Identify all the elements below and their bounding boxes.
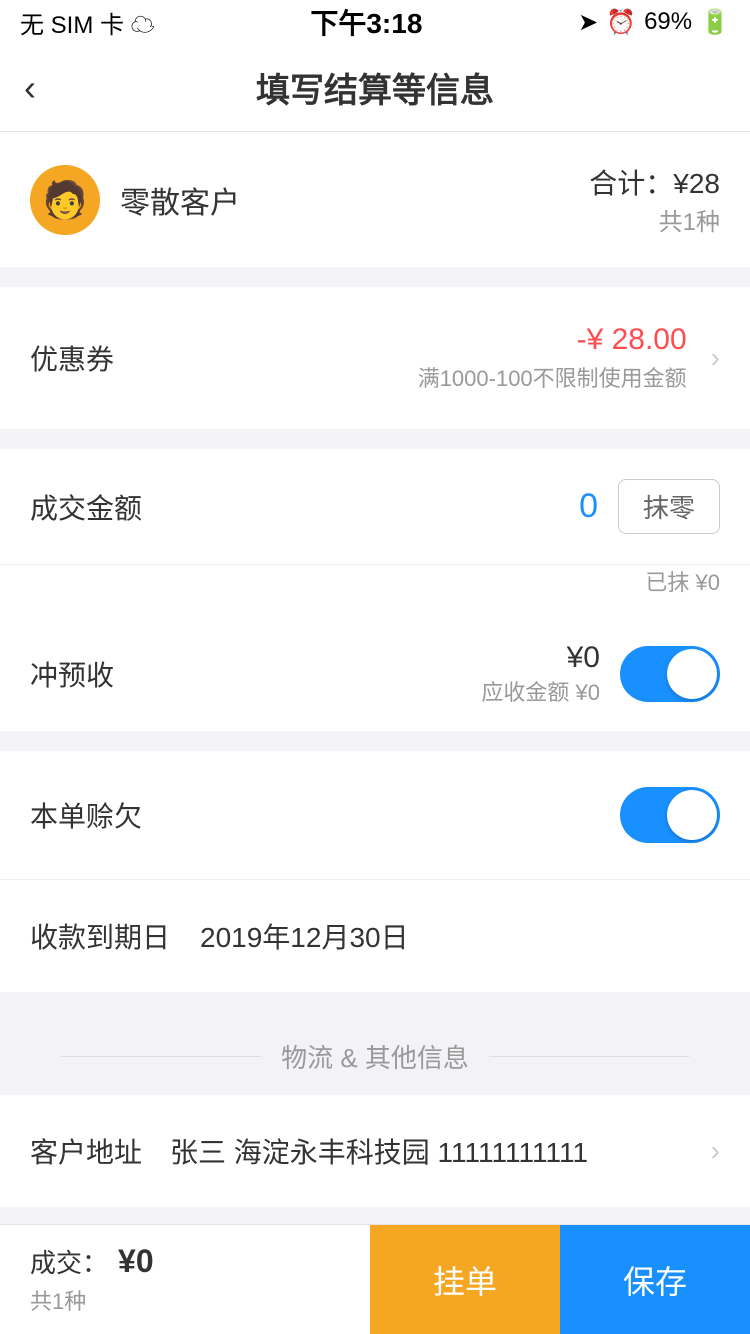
debit-section: 本单赊欠 收款到期日 2019年12月30日: [0, 751, 750, 992]
amount-sub-text: 已抹 ¥0: [645, 570, 720, 595]
debit-toggle[interactable]: [620, 787, 720, 843]
customer-name: 零散客户: [120, 178, 240, 222]
battery-label: 69%: [644, 8, 692, 36]
status-left: 无 SIM 卡 ☁: [20, 5, 155, 40]
hold-button[interactable]: 挂单: [370, 1225, 560, 1334]
amount-label: 成交金额: [30, 487, 150, 527]
bottom-count: 共1种: [30, 1284, 340, 1316]
round-button[interactable]: 抹零: [618, 479, 720, 534]
battery-icon: 🔋: [700, 8, 730, 37]
address-label: 客户地址: [30, 1131, 150, 1171]
coupon-right: -¥ 28.00 满1000-100不限制使用金额: [418, 323, 687, 393]
logistics-divider: 物流 & 其他信息: [0, 1012, 750, 1095]
coupon-row[interactable]: 优惠券 -¥ 28.00 满1000-100不限制使用金额 ›: [0, 287, 750, 429]
alarm-icon: ⏰: [606, 8, 636, 37]
status-bar: 无 SIM 卡 ☁ 下午3:18 ➤ ⏰ 69% 🔋: [0, 0, 750, 44]
address-value: 张三 海淀永丰科技园 11111111111: [170, 1131, 703, 1171]
address-chevron-icon: ›: [711, 1135, 720, 1167]
coupon-label: 优惠券: [30, 338, 150, 378]
customer-count: 共1种: [589, 202, 720, 237]
prepay-row: 冲预收 ¥0 应收金额 ¥0: [0, 617, 750, 731]
toggle-circle: [667, 649, 717, 699]
address-row[interactable]: 客户地址 张三 海淀永丰科技园 11111111111 ›: [0, 1095, 750, 1207]
logistics-text: 物流 & 其他信息: [281, 1038, 469, 1075]
nav-bar: ‹ 填写结算等信息: [0, 44, 750, 132]
status-time: 下午3:18: [310, 2, 422, 42]
due-date-label: 收款到期日: [30, 916, 170, 956]
status-right: ➤ ⏰ 69% 🔋: [578, 8, 730, 37]
customer-total: 合计：¥28: [589, 162, 720, 202]
amount-value: 0: [579, 487, 598, 526]
sim-label: 无 SIM 卡 ☁: [20, 5, 155, 40]
divider-line-left: [61, 1056, 261, 1057]
prepay-values: ¥0 应收金额 ¥0: [481, 641, 600, 707]
address-section: 客户地址 张三 海淀永丰科技园 11111111111 ›: [0, 1095, 750, 1207]
customer-left: 🧑 零散客户: [30, 165, 240, 235]
debit-toggle-circle: [667, 790, 717, 840]
customer-section: 🧑 零散客户 合计：¥28 共1种: [0, 132, 750, 267]
coupon-chevron-icon: ›: [711, 342, 720, 374]
save-button[interactable]: 保存: [560, 1225, 750, 1334]
prepay-right: ¥0 应收金额 ¥0: [481, 641, 720, 707]
page-title: 填写结算等信息: [256, 63, 494, 112]
divider-line-right: [489, 1056, 689, 1057]
coupon-desc: 满1000-100不限制使用金额: [418, 361, 687, 393]
due-date-value: 2019年12月30日: [200, 916, 409, 956]
customer-right: 合计：¥28 共1种: [589, 162, 720, 237]
coupon-section: 优惠券 -¥ 28.00 满1000-100不限制使用金额 ›: [0, 287, 750, 429]
bottom-bar: 成交： ¥0 共1种 挂单 保存: [0, 1224, 750, 1334]
divider-line: 物流 & 其他信息: [61, 1038, 689, 1075]
prepay-sub: 应收金额 ¥0: [481, 675, 600, 707]
coupon-value-group: -¥ 28.00 满1000-100不限制使用金额 ›: [418, 323, 720, 393]
prepay-toggle[interactable]: [620, 646, 720, 702]
bottom-deal: 成交： ¥0: [30, 1243, 340, 1280]
due-date-row: 收款到期日 2019年12月30日: [0, 880, 750, 992]
location-icon: ➤: [578, 8, 598, 37]
debit-label: 本单赊欠: [30, 795, 150, 835]
debit-row: 本单赊欠: [0, 751, 750, 880]
avatar: 🧑: [30, 165, 100, 235]
coupon-amount: -¥ 28.00: [418, 323, 687, 357]
deal-amount: ¥0: [118, 1243, 154, 1280]
amount-section: 成交金额 0 抹零 已抹 ¥0 冲预收 ¥0 应收金额 ¥0: [0, 449, 750, 731]
avatar-icon: 🧑: [43, 179, 88, 221]
amount-row: 成交金额 0 抹零: [0, 449, 750, 565]
back-button[interactable]: ‹: [24, 67, 36, 109]
amount-value-group: 0 抹零: [579, 479, 720, 534]
content: 🧑 零散客户 合计：¥28 共1种 优惠券 -¥ 28.00 满1000-100…: [0, 132, 750, 1327]
bottom-info: 成交： ¥0 共1种: [0, 1243, 370, 1316]
deal-label: 成交：: [30, 1243, 108, 1280]
prepay-label: 冲预收: [30, 654, 150, 694]
prepay-amount: ¥0: [481, 641, 600, 675]
